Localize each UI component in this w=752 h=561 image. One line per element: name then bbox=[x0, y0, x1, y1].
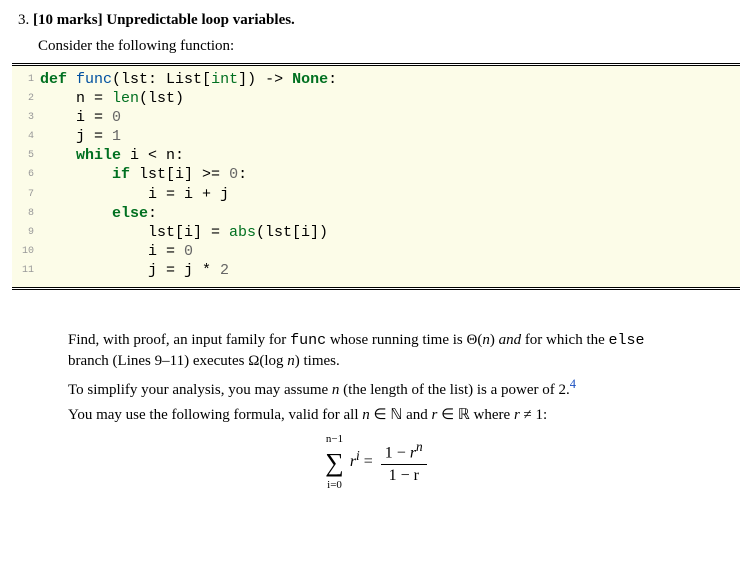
text: ≠ 1: bbox=[520, 407, 547, 423]
text: branch (Lines 9–11) executes Ω(log bbox=[68, 353, 287, 369]
paragraph-3: You may use the following formula, valid… bbox=[68, 405, 680, 425]
code-line: 4 j = 1 bbox=[12, 127, 740, 146]
var-n: n bbox=[287, 353, 295, 369]
line-number: 4 bbox=[12, 127, 40, 146]
sigma-icon: ∑ bbox=[325, 448, 344, 477]
text: ∈ ℝ where bbox=[437, 407, 514, 423]
line-number: 2 bbox=[12, 89, 40, 108]
code-text: i = i + j bbox=[40, 185, 229, 204]
paragraph-2: To simplify your analysis, you may assum… bbox=[68, 376, 680, 400]
code-text: if lst[i] >= 0: bbox=[40, 165, 247, 184]
code-text: def func(lst: List[int]) -> None: bbox=[40, 70, 337, 89]
footnote-ref: 4 bbox=[570, 377, 576, 391]
text: for which the bbox=[521, 332, 608, 348]
code-text: lst[i] = abs(lst[i]) bbox=[40, 223, 328, 242]
code-container: 1def func(lst: List[int]) -> None:2 n = … bbox=[12, 63, 740, 290]
text: whose running time is Θ( bbox=[326, 332, 482, 348]
question-number: 3. bbox=[18, 12, 29, 28]
question-header: 3. [10 marks] Unpredictable loop variabl… bbox=[18, 10, 740, 30]
formula-display: n−1 ∑ i=0 ri = 1 − rn 1 − r bbox=[12, 434, 740, 491]
code-ref-func: func bbox=[290, 332, 326, 349]
paragraph-1: Find, with proof, an input family for fu… bbox=[68, 330, 680, 372]
sum-symbol: n−1 ∑ i=0 bbox=[325, 434, 344, 491]
code-line: 6 if lst[i] >= 0: bbox=[12, 165, 740, 184]
code-line: 5 while i < n: bbox=[12, 146, 740, 165]
code-ref-else: else bbox=[609, 332, 645, 349]
code-block: 1def func(lst: List[int]) -> None:2 n = … bbox=[12, 65, 740, 288]
line-number: 9 bbox=[12, 223, 40, 242]
line-number: 11 bbox=[12, 261, 40, 280]
code-line: 11 j = j * 2 bbox=[12, 261, 740, 280]
code-text: else: bbox=[40, 204, 157, 223]
code-line: 9 lst[i] = abs(lst[i]) bbox=[12, 223, 740, 242]
line-number: 6 bbox=[12, 165, 40, 184]
code-line: 8 else: bbox=[12, 204, 740, 223]
code-text: i = 0 bbox=[40, 108, 121, 127]
question-title: Unpredictable loop variables. bbox=[106, 12, 294, 28]
numerator: 1 − rn bbox=[381, 438, 427, 465]
line-number: 7 bbox=[12, 185, 40, 204]
text: (the length of the list) is a power of 2… bbox=[339, 382, 569, 398]
var-n: n bbox=[482, 332, 490, 348]
question-marks: [10 marks] bbox=[33, 12, 103, 28]
sum-lower: i=0 bbox=[325, 480, 344, 491]
line-number: 3 bbox=[12, 108, 40, 127]
code-text: n = len(lst) bbox=[40, 89, 184, 108]
line-number: 5 bbox=[12, 146, 40, 165]
code-text: j = j * 2 bbox=[40, 261, 229, 280]
code-line: 10 i = 0 bbox=[12, 242, 740, 261]
line-number: 1 bbox=[12, 70, 40, 89]
line-number: 8 bbox=[12, 204, 40, 223]
text: Find, with proof, an input family for bbox=[68, 332, 290, 348]
line-number: 10 bbox=[12, 242, 40, 261]
code-line: 7 i = i + j bbox=[12, 185, 740, 204]
code-text: while i < n: bbox=[40, 146, 184, 165]
code-text: j = 1 bbox=[40, 127, 121, 146]
text: You may use the following formula, valid… bbox=[68, 407, 362, 423]
text: ) bbox=[490, 332, 499, 348]
equals: = bbox=[364, 453, 377, 470]
sum-upper: n−1 bbox=[325, 434, 344, 445]
text: ) times. bbox=[295, 353, 340, 369]
code-line: 3 i = 0 bbox=[12, 108, 740, 127]
emph-and: and bbox=[499, 332, 522, 348]
text: ∈ ℕ and bbox=[370, 407, 432, 423]
fraction: 1 − rn 1 − r bbox=[381, 438, 427, 487]
var-n: n bbox=[362, 407, 370, 423]
term-exp: i bbox=[356, 447, 360, 462]
code-text: i = 0 bbox=[40, 242, 193, 261]
code-line: 1def func(lst: List[int]) -> None: bbox=[12, 70, 740, 89]
denominator: 1 − r bbox=[381, 465, 427, 487]
text: To simplify your analysis, you may assum… bbox=[68, 382, 332, 398]
code-line: 2 n = len(lst) bbox=[12, 89, 740, 108]
question-intro: Consider the following function: bbox=[38, 36, 740, 56]
